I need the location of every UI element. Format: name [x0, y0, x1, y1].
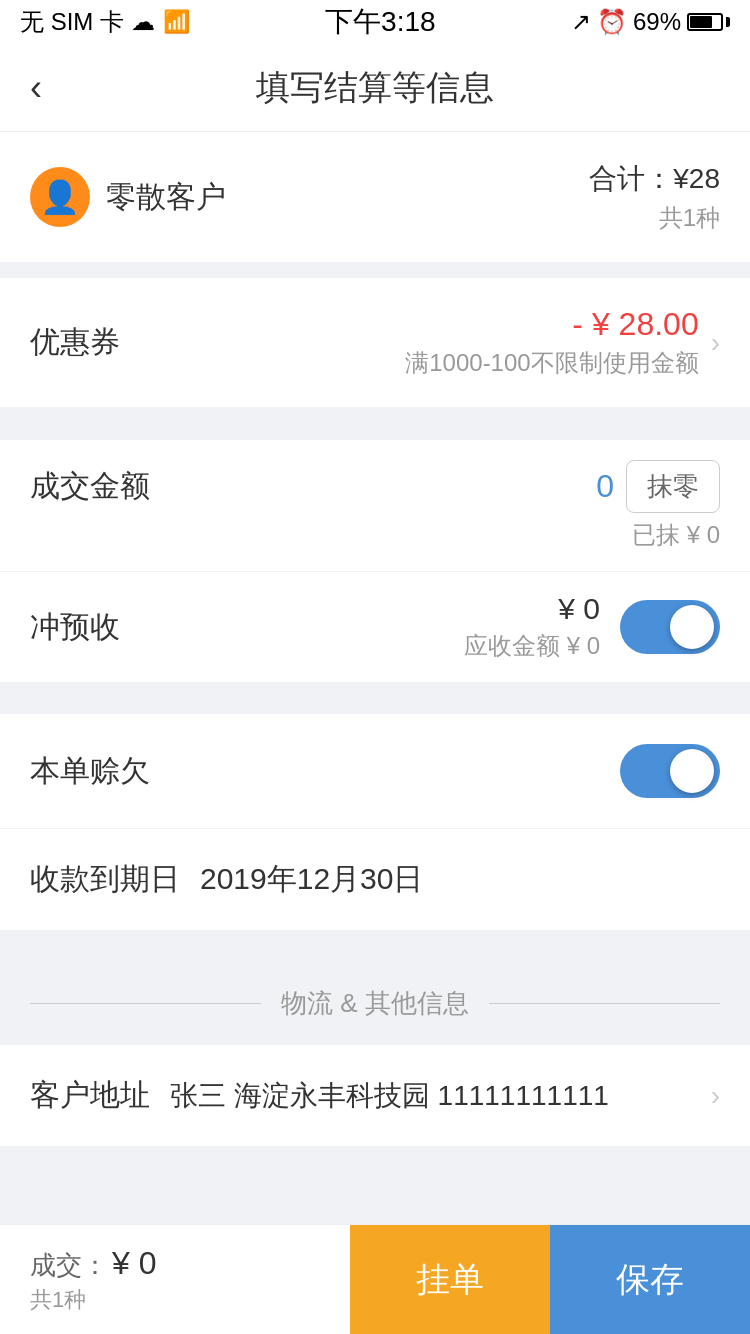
toggle-knob	[670, 605, 714, 649]
transaction-card: 成交金额 0 抹零 已抹 ¥ 0 冲预收 ¥ 0 应收金额 ¥ 0	[0, 439, 750, 682]
address-row[interactable]: 客户地址 张三 海淀永丰科技园 11111111111 ›	[0, 1045, 750, 1146]
content: 👤 零散客户 合计：¥28 共1种 优惠券 - ¥ 28.00 满1000-10…	[0, 132, 750, 1282]
round-zero-button[interactable]: 抹零	[626, 460, 720, 513]
sim-label: 无 SIM 卡 ☁	[20, 6, 155, 38]
battery-percent: 69%	[633, 8, 681, 36]
credit-label: 本单赊欠	[30, 751, 150, 792]
location-icon: ↗	[571, 8, 591, 36]
item-count: 共1种	[589, 202, 720, 234]
address-card: 客户地址 张三 海淀永丰科技园 11111111111 ›	[0, 1045, 750, 1146]
back-button[interactable]: ‹	[30, 67, 42, 109]
credit-row: 本单赊欠	[0, 714, 750, 828]
transaction-value: 0	[596, 468, 614, 505]
prepay-toggle[interactable]	[620, 600, 720, 654]
avatar-icon: 👤	[40, 178, 80, 216]
credit-toggle-knob	[670, 749, 714, 793]
coupon-right: - ¥ 28.00 满1000-100不限制使用金额 ›	[405, 306, 720, 379]
credit-card: 本单赊欠 收款到期日 2019年12月30日	[0, 714, 750, 930]
total-amount: 合计：¥28	[589, 160, 720, 198]
prepay-right: ¥ 0 应收金额 ¥ 0	[464, 592, 720, 662]
bottom-summary-count: 共1种	[30, 1285, 320, 1315]
chevron-right-icon: ›	[711, 327, 720, 359]
transaction-top: 成交金额 0 抹零	[30, 460, 720, 513]
customer-card: 👤 零散客户 合计：¥28 共1种	[0, 132, 750, 262]
coupon-values: - ¥ 28.00 满1000-100不限制使用金额	[405, 306, 698, 379]
coupon-row[interactable]: 优惠券 - ¥ 28.00 满1000-100不限制使用金额 ›	[0, 278, 750, 407]
prepay-top: 冲预收 ¥ 0 应收金额 ¥ 0	[30, 592, 720, 662]
bottom-summary: 成交： ¥ 0 共1种	[0, 1245, 350, 1315]
prepay-amounts: ¥ 0 应收金额 ¥ 0	[464, 592, 600, 662]
save-button[interactable]: 保存	[550, 1225, 750, 1335]
credit-toggle[interactable]	[620, 744, 720, 798]
due-date-label: 收款到期日	[30, 859, 180, 900]
bottom-summary-title: 成交：	[30, 1248, 108, 1283]
bottom-bar: 成交： ¥ 0 共1种 挂单 保存	[0, 1224, 750, 1334]
coupon-card: 优惠券 - ¥ 28.00 满1000-100不限制使用金额 ›	[0, 278, 750, 407]
address-chevron-icon: ›	[711, 1080, 720, 1112]
logistics-line-right	[489, 1003, 720, 1004]
page-title: 填写结算等信息	[256, 65, 494, 111]
prepay-main-amount: ¥ 0	[464, 592, 600, 626]
status-left: 无 SIM 卡 ☁ 📶	[20, 6, 190, 38]
prepay-sub-amount: 应收金额 ¥ 0	[464, 630, 600, 662]
transaction-deducted: 已抹 ¥ 0	[30, 519, 720, 551]
address-value: 张三 海淀永丰科技园 11111111111	[170, 1077, 711, 1115]
logistics-line-left	[30, 1003, 261, 1004]
transaction-label: 成交金额	[30, 466, 150, 507]
coupon-label: 优惠券	[30, 322, 120, 363]
divider-2	[0, 698, 750, 714]
coupon-amount: - ¥ 28.00	[405, 306, 698, 343]
logistics-header: 物流 & 其他信息	[0, 962, 750, 1045]
transaction-amount-row: 成交金额 0 抹零 已抹 ¥ 0	[0, 439, 750, 571]
avatar: 👤	[30, 167, 90, 227]
wifi-icon: 📶	[163, 9, 190, 35]
divider-3	[0, 946, 750, 962]
nav-bar: ‹ 填写结算等信息	[0, 44, 750, 132]
divider-1	[0, 423, 750, 439]
prepay-label: 冲预收	[30, 607, 120, 648]
due-date-value: 2019年12月30日	[200, 859, 423, 900]
transaction-right: 0 抹零	[596, 460, 720, 513]
customer-left: 👤 零散客户	[30, 167, 226, 227]
status-right: ↗ ⏰ 69%	[571, 8, 730, 36]
customer-name: 零散客户	[106, 177, 226, 218]
customer-summary: 合计：¥28 共1种	[589, 160, 720, 234]
bottom-summary-amount: ¥ 0	[112, 1245, 156, 1282]
customer-row: 👤 零散客户 合计：¥28 共1种	[0, 132, 750, 262]
coupon-desc: 满1000-100不限制使用金额	[405, 347, 698, 379]
status-time: 下午3:18	[325, 3, 436, 41]
hang-order-button[interactable]: 挂单	[350, 1225, 550, 1335]
logistics-label: 物流 & 其他信息	[281, 986, 469, 1021]
due-date-row: 收款到期日 2019年12月30日	[0, 828, 750, 930]
alarm-icon: ⏰	[597, 8, 627, 36]
battery-icon	[687, 13, 730, 31]
address-label: 客户地址	[30, 1075, 150, 1116]
status-bar: 无 SIM 卡 ☁ 📶 下午3:18 ↗ ⏰ 69%	[0, 0, 750, 44]
prepay-row: 冲预收 ¥ 0 应收金额 ¥ 0	[0, 571, 750, 682]
